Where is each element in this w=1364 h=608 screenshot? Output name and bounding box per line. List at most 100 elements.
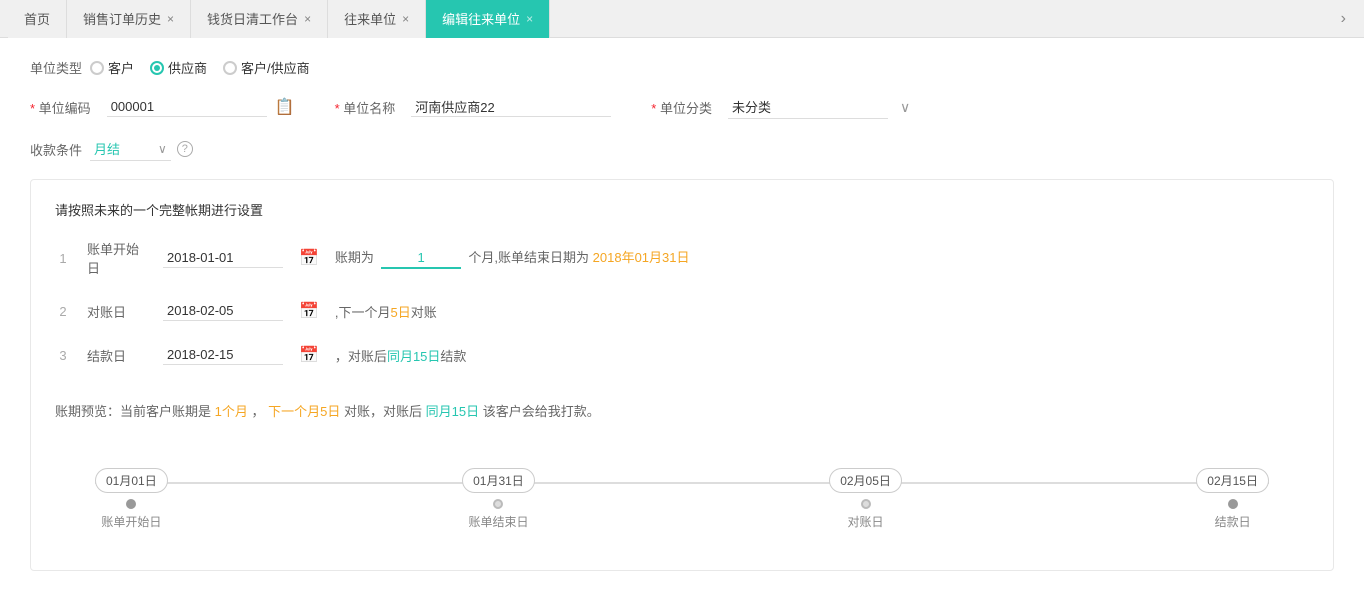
period-field-label-2: 对账日 xyxy=(87,302,147,321)
unit-category-field: 单位分类 未分类 ∨ xyxy=(651,95,910,119)
timeline-point-2: 02月05日 对账日 xyxy=(829,468,902,530)
preview-part3: 同月15日 xyxy=(426,404,479,419)
payment-terms-select[interactable]: 月结 ∨ xyxy=(90,137,171,161)
period-highlight-date-1: 2018年01月31日 xyxy=(593,250,690,265)
period-field-label-1: 账单开始日 xyxy=(87,239,147,277)
period-calendar-3[interactable]: 📅 xyxy=(299,345,319,365)
period-row-1: 1 账单开始日 📅 账期为 个月,账单结束日期为 2018年01月31日 xyxy=(55,239,1309,277)
radio-both-label: 客户/供应商 xyxy=(241,58,310,77)
period-field-label-3: 结款日 xyxy=(87,346,147,365)
unit-name-label: 单位名称 xyxy=(335,98,396,117)
radio-customer-label: 客户 xyxy=(108,58,134,77)
timeline-dot-0 xyxy=(126,499,136,509)
tab-home[interactable]: 首页 xyxy=(8,0,67,38)
timeline-label-3: 结款日 xyxy=(1215,513,1251,530)
payment-terms-label: 收款条件 xyxy=(30,140,82,159)
period-row-3: 3 结款日 📅 ，对账后同月15日结款 xyxy=(55,345,1309,365)
radio-customer-circle xyxy=(90,61,104,75)
tab-partner-close[interactable]: × xyxy=(402,12,409,26)
radio-both-circle xyxy=(223,61,237,75)
tab-home-label: 首页 xyxy=(24,9,50,28)
period-note-prefix-1: 账期为 xyxy=(335,250,374,265)
period-date-input-2[interactable] xyxy=(163,301,283,321)
payment-terms-row: 收款条件 月结 ∨ ? xyxy=(30,137,1334,161)
timeline: 01月01日 账单开始日 01月31日 账单结束日 02月05日 xyxy=(55,448,1309,550)
radio-group-unit-type: 客户 供应商 客户/供应商 xyxy=(90,58,310,77)
tab-sales-order[interactable]: 销售订单历史 × xyxy=(67,0,191,38)
tab-partner-label: 往来单位 xyxy=(344,9,396,28)
unit-code-field: 单位编码 📋 xyxy=(30,97,295,117)
radio-supplier-label: 供应商 xyxy=(168,58,207,77)
period-note-suffix-1: 个月,账单结束日期为 xyxy=(468,250,589,265)
period-date-input-3[interactable] xyxy=(163,345,283,365)
main-content: 单位类型 客户 供应商 客户/供应商 单位编码 📋 单位名称 xyxy=(0,38,1364,608)
timeline-dot-2 xyxy=(861,499,871,509)
period-months-input[interactable] xyxy=(381,248,461,269)
period-note-1: 账期为 个月,账单结束日期为 2018年01月31日 xyxy=(335,247,690,269)
tab-cash-work[interactable]: 钱货日清工作台 × xyxy=(191,0,328,38)
timeline-dot-1 xyxy=(493,499,503,509)
period-num-2: 2 xyxy=(55,304,71,319)
preview-part2: 下一个月5日 xyxy=(268,404,340,419)
preview-text: 账期预览：当前客户账期是 1个月 ， 下一个月5日 对账，对账后 同月15日 该… xyxy=(55,389,1309,432)
unit-code-icon[interactable]: 📋 xyxy=(275,97,295,117)
radio-supplier-circle xyxy=(150,61,164,75)
payment-terms-chevron: ∨ xyxy=(158,142,167,156)
unit-type-row: 单位类型 客户 供应商 客户/供应商 xyxy=(30,58,1334,77)
tabs-bar: 首页 销售订单历史 × 钱货日清工作台 × 往来单位 × 编辑往来单位 × › xyxy=(0,0,1364,38)
unit-fields-row: 单位编码 📋 单位名称 单位分类 未分类 ∨ xyxy=(30,95,1334,119)
tab-partner[interactable]: 往来单位 × xyxy=(328,0,426,38)
radio-customer[interactable]: 客户 xyxy=(90,58,134,77)
timeline-badge-2: 02月05日 xyxy=(829,468,902,493)
period-num-1: 1 xyxy=(55,251,71,266)
unit-category-dropdown[interactable]: 未分类 xyxy=(728,95,888,119)
tab-cash-work-close[interactable]: × xyxy=(304,12,311,26)
period-highlight-day-2: 5日 xyxy=(391,305,411,320)
period-highlight-day-3: 同月15日 xyxy=(387,349,440,364)
unit-type-label: 单位类型 xyxy=(30,58,82,77)
period-note-2: ,下一个月5日对账 xyxy=(335,302,437,321)
timeline-badge-1: 01月31日 xyxy=(462,468,535,493)
period-settings-box: 请按照未来的一个完整帐期进行设置 1 账单开始日 📅 账期为 个月,账单结束日期… xyxy=(30,179,1334,571)
preview-text2: ， xyxy=(252,404,265,419)
period-note-3: ，对账后同月15日结款 xyxy=(335,346,467,365)
timeline-point-0: 01月01日 账单开始日 xyxy=(95,468,168,530)
timeline-point-1: 01月31日 账单结束日 xyxy=(462,468,535,530)
tab-sales-order-close[interactable]: × xyxy=(167,12,174,26)
preview-part1: 1个月 xyxy=(215,404,248,419)
timeline-label-1: 账单结束日 xyxy=(468,513,528,530)
unit-name-input[interactable] xyxy=(411,97,611,117)
preview-label: 账期预览：当前客户账期是 xyxy=(55,404,211,419)
unit-code-label: 单位编码 xyxy=(30,98,91,117)
payment-terms-help[interactable]: ? xyxy=(177,141,193,157)
tab-cash-work-label: 钱货日清工作台 xyxy=(207,9,298,28)
timeline-badge-3: 02月15日 xyxy=(1196,468,1269,493)
timeline-points: 01月01日 账单开始日 01月31日 账单结束日 02月05日 xyxy=(95,468,1269,530)
period-title: 请按照未来的一个完整帐期进行设置 xyxy=(55,200,1309,219)
timeline-label-2: 对账日 xyxy=(848,513,884,530)
period-row-2: 2 对账日 📅 ,下一个月5日对账 xyxy=(55,301,1309,321)
period-date-input-1[interactable] xyxy=(163,248,283,268)
radio-supplier[interactable]: 供应商 xyxy=(150,58,207,77)
tab-edit-partner[interactable]: 编辑往来单位 × xyxy=(426,0,550,38)
unit-code-input[interactable] xyxy=(107,97,267,117)
period-calendar-1[interactable]: 📅 xyxy=(299,248,319,268)
period-calendar-2[interactable]: 📅 xyxy=(299,301,319,321)
tab-more-button[interactable]: › xyxy=(1331,10,1356,28)
unit-category-chevron: ∨ xyxy=(900,99,910,116)
timeline-badge-0: 01月01日 xyxy=(95,468,168,493)
period-num-3: 3 xyxy=(55,348,71,363)
timeline-point-3: 02月15日 结款日 xyxy=(1196,468,1269,530)
unit-name-field: 单位名称 xyxy=(335,97,612,117)
tab-edit-partner-label: 编辑往来单位 xyxy=(442,9,520,28)
preview-text3: 对账，对账后 xyxy=(344,404,422,419)
tab-sales-order-label: 销售订单历史 xyxy=(83,9,161,28)
payment-terms-value: 月结 xyxy=(94,139,154,158)
tab-edit-partner-close[interactable]: × xyxy=(526,12,533,26)
timeline-label-0: 账单开始日 xyxy=(101,513,161,530)
unit-category-value: 未分类 xyxy=(732,97,771,116)
preview-text4: 该客户会给我打款。 xyxy=(483,404,600,419)
unit-category-label: 单位分类 xyxy=(651,98,712,117)
timeline-dot-3 xyxy=(1228,499,1238,509)
radio-both[interactable]: 客户/供应商 xyxy=(223,58,310,77)
